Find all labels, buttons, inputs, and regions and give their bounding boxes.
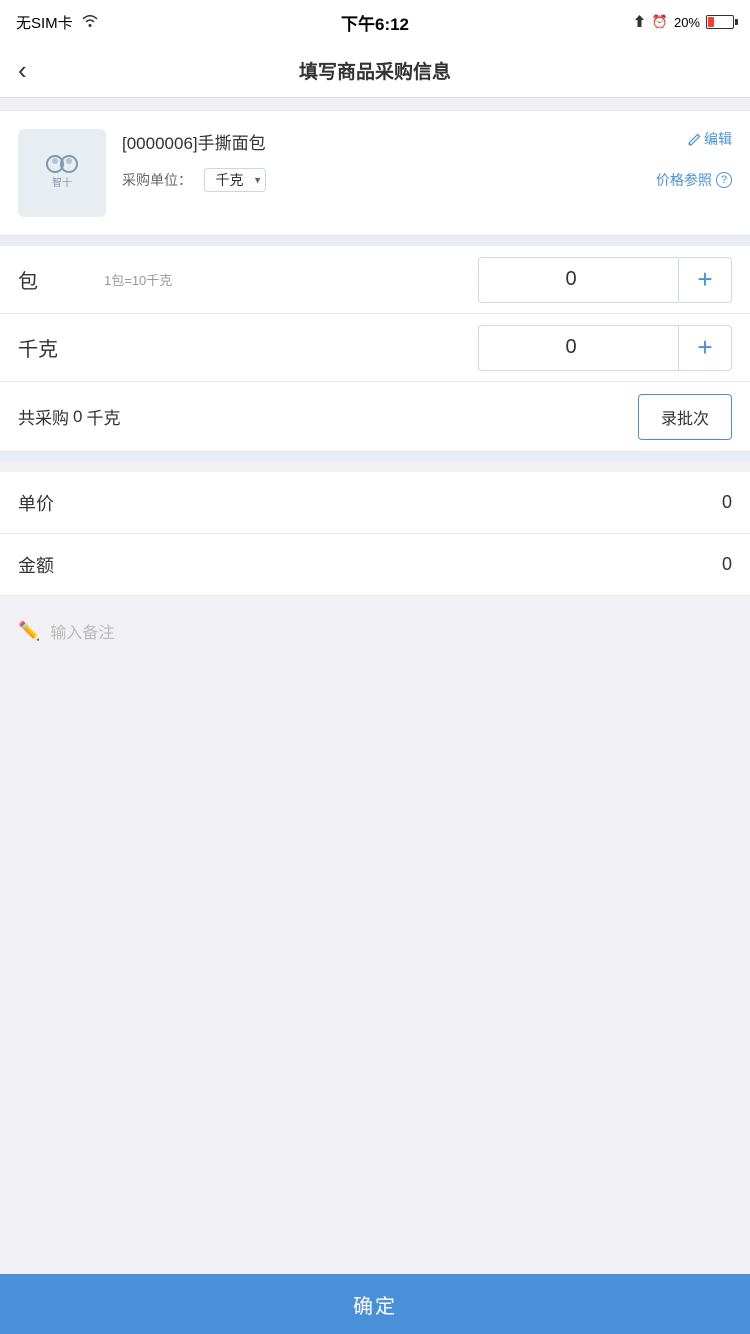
product-unit-row: 采购单位： 千克 包 价格参照 ? xyxy=(122,168,732,192)
notes-placeholder: 输入备注 xyxy=(50,619,114,643)
unit-select[interactable]: 千克 包 xyxy=(204,168,266,192)
kg-controls: + xyxy=(478,325,732,371)
section-divider-2 xyxy=(0,452,750,462)
bag-label: 包 xyxy=(18,265,98,294)
product-image: 智十 xyxy=(18,129,106,217)
kg-plus-button[interactable]: + xyxy=(678,325,732,371)
amount-value: 0 xyxy=(722,554,732,575)
unit-price-label: 单价 xyxy=(18,490,54,516)
product-name-row: [0000006]手撕面包 编辑 xyxy=(122,129,732,154)
total-value: 0 xyxy=(73,407,82,427)
product-info: [0000006]手撕面包 编辑 采购单位： 千克 包 xyxy=(122,129,732,192)
amount-row: 金额 0 xyxy=(0,534,750,596)
product-logo: 智十 xyxy=(37,150,87,195)
amount-label: 金额 xyxy=(18,552,54,578)
notes-section[interactable]: ✏️ 输入备注 xyxy=(0,596,750,666)
product-card: 智十 [0000006]手撕面包 编辑 采购单位： 千克 xyxy=(0,110,750,236)
pencil-icon: ✏️ xyxy=(18,621,40,642)
product-name: [0000006]手撕面包 xyxy=(122,129,266,154)
total-row: 共采购 0 千克 录批次 xyxy=(0,382,750,452)
back-button[interactable]: ‹ xyxy=(18,55,27,86)
section-divider-1 xyxy=(0,236,750,246)
bag-input-row: 包 1包=10千克 + xyxy=(0,246,750,314)
price-ref-button[interactable]: 价格参照 ? xyxy=(656,170,732,190)
status-bar: 无SIM卡 下午6:12 ⏰ 20% xyxy=(0,0,750,44)
status-time: 下午6:12 xyxy=(341,10,409,35)
kg-quantity-input[interactable] xyxy=(478,325,678,371)
status-left: 无SIM卡 xyxy=(16,12,99,33)
status-right: ⏰ 20% xyxy=(633,14,734,31)
main-spacer xyxy=(0,666,750,1274)
bag-sublabel: 1包=10千克 xyxy=(104,270,172,289)
edit-button[interactable]: 编辑 xyxy=(688,129,732,149)
svg-text:智十: 智十 xyxy=(52,176,72,189)
bag-plus-button[interactable]: + xyxy=(678,257,732,303)
page-title: 填写商品采购信息 xyxy=(299,57,451,84)
unit-price-row: 单价 0 xyxy=(0,472,750,534)
nav-bar: ‹ 填写商品采购信息 xyxy=(0,44,750,98)
record-batch-button[interactable]: 录批次 xyxy=(638,394,732,440)
kg-label: 千克 xyxy=(18,333,98,362)
unit-price-value: 0 xyxy=(722,492,732,513)
location-icon xyxy=(633,14,646,31)
unit-selector[interactable]: 采购单位： 千克 包 xyxy=(122,168,266,192)
bag-quantity-input[interactable] xyxy=(478,257,678,303)
battery-percent: 20% xyxy=(674,15,700,30)
confirm-button[interactable]: 确定 xyxy=(0,1274,750,1334)
help-icon: ? xyxy=(716,172,732,188)
bag-controls: + xyxy=(478,257,732,303)
kg-input-row: 千克 + xyxy=(0,314,750,382)
total-prefix: 共采购 xyxy=(18,404,69,429)
carrier-text: 无SIM卡 xyxy=(16,12,73,33)
price-section: 单价 0 金额 0 xyxy=(0,472,750,596)
unit-label: 采购单位： xyxy=(122,172,192,188)
alarm-icon: ⏰ xyxy=(652,14,668,30)
wifi-icon xyxy=(81,13,99,31)
battery-icon xyxy=(706,15,734,29)
total-unit: 千克 xyxy=(86,404,120,429)
input-section: 包 1包=10千克 + 千克 + xyxy=(0,246,750,382)
